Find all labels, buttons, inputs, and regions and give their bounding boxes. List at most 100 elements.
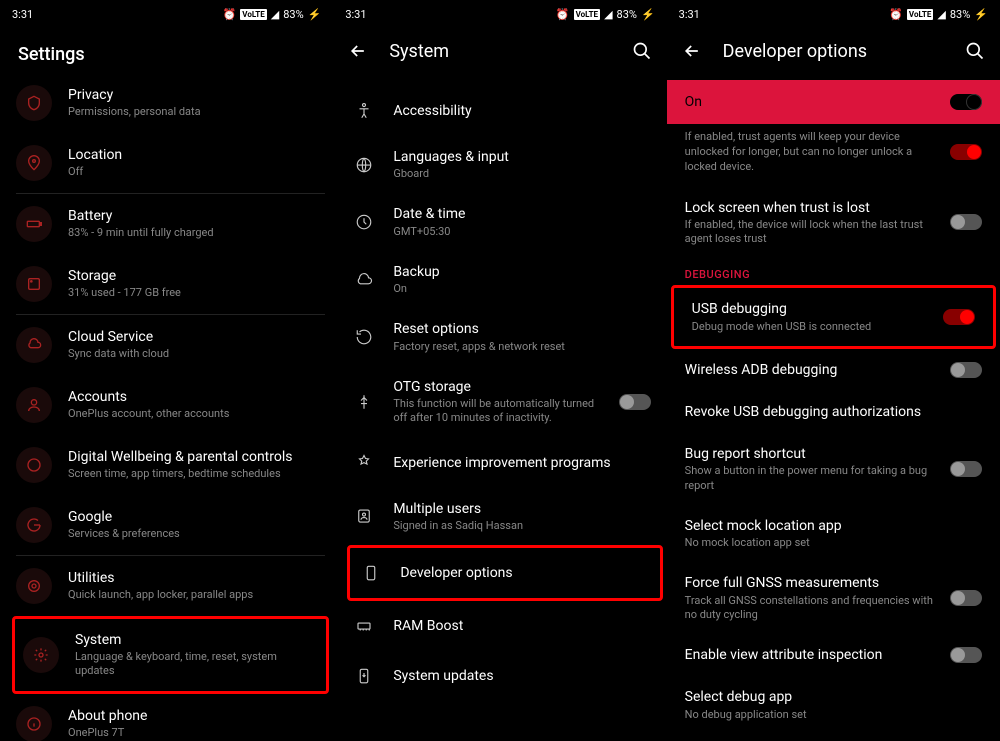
dev-gnss[interactable]: Force full GNSS measurements Track all G…: [667, 562, 1000, 634]
settings-screen: 3:31 ⏰ VoLTE ◢ 83% ⚡ Settings Privacy Pe…: [0, 0, 333, 741]
charge-icon: ⚡: [308, 8, 322, 21]
utilities-icon: [16, 568, 52, 604]
system-reset[interactable]: Reset options Factory reset, apps & netw…: [343, 308, 666, 365]
setting-subtitle: Services & preferences: [68, 527, 317, 541]
dev-view-attribute[interactable]: Enable view attribute inspection: [667, 634, 1000, 676]
status-right: ⏰ VoLTE ◢ 83% ⚡: [889, 8, 988, 21]
setting-title: Storage: [68, 267, 317, 285]
search-icon[interactable]: [631, 40, 653, 62]
status-bar: 3:31 ⏰ VoLTE ◢ 83% ⚡: [667, 0, 1000, 28]
dev-title: Select debug app: [685, 688, 982, 706]
dev-title: Revoke USB debugging authorizations: [685, 403, 982, 421]
status-time: 3:31: [679, 8, 700, 21]
setting-battery[interactable]: Battery 83% - 9 min until fully charged: [8, 194, 333, 254]
dev-lock-toggle[interactable]: [950, 214, 982, 230]
system-datetime[interactable]: Date & time GMT+05:30: [343, 193, 666, 250]
dev-revoke-usb[interactable]: Revoke USB debugging authorizations: [667, 391, 1000, 433]
setting-subtitle: Off: [68, 165, 317, 179]
setting-title: About phone: [68, 707, 317, 725]
dev-lock-screen-trust[interactable]: Lock screen when trust is lost If enable…: [667, 187, 1000, 259]
app-bar-title: System: [389, 41, 610, 62]
dev-wireless-adb[interactable]: Wireless ADB debugging: [667, 349, 1000, 391]
system-experience[interactable]: Experience improvement programs: [343, 438, 666, 488]
bug-report-toggle[interactable]: [950, 461, 982, 477]
info-icon: [16, 706, 52, 741]
alarm-icon: ⏰: [556, 8, 570, 21]
otg-toggle[interactable]: [619, 394, 651, 410]
setting-storage[interactable]: Storage 31% used - 177 GB free: [8, 254, 333, 314]
setting-title: OTG storage: [393, 378, 602, 396]
globe-icon: [351, 152, 377, 178]
setting-privacy[interactable]: Privacy Permissions, personal data: [8, 73, 333, 133]
system-languages[interactable]: Languages & input Gboard: [343, 136, 666, 193]
setting-accounts[interactable]: Accounts OnePlus account, other accounts: [8, 375, 333, 435]
setting-subtitle: Gboard: [393, 167, 650, 181]
signal-icon: ◢: [604, 8, 612, 21]
dev-trust-toggle[interactable]: [950, 144, 982, 160]
update-icon: [351, 663, 377, 689]
search-icon[interactable]: [964, 40, 986, 62]
dev-title: USB debugging: [692, 300, 931, 318]
gnss-toggle[interactable]: [950, 590, 982, 606]
app-bar: System: [333, 28, 666, 74]
wellbeing-icon: [16, 447, 52, 483]
setting-system[interactable]: System Language & keyboard, time, reset,…: [12, 616, 329, 694]
system-users[interactable]: Multiple users Signed in as Sadiq Hassan: [343, 488, 666, 545]
dev-subtitle: No debug application set: [685, 708, 982, 722]
view-attr-toggle[interactable]: [950, 647, 982, 663]
developer-options-screen: 3:31 ⏰ VoLTE ◢ 83% ⚡ Developer options O…: [667, 0, 1000, 741]
storage-icon: [16, 266, 52, 302]
setting-subtitle: 31% used - 177 GB free: [68, 286, 317, 300]
google-icon: [16, 507, 52, 543]
badge-icon: [351, 450, 377, 476]
setting-wellbeing[interactable]: Digital Wellbeing & parental controls Sc…: [8, 435, 333, 495]
setting-about[interactable]: About phone OnePlus 7T: [8, 694, 333, 741]
dev-bug-report[interactable]: Bug report shortcut Show a button in the…: [667, 433, 1000, 505]
setting-cloud[interactable]: Cloud Service Sync data with cloud: [8, 315, 333, 375]
system-backup[interactable]: Backup On: [343, 251, 666, 308]
usb-debugging-toggle[interactable]: [943, 309, 975, 325]
dev-subtitle: If enabled, the device will lock when th…: [685, 218, 938, 247]
dev-subtitle: Track all GNSS constellations and freque…: [685, 594, 938, 623]
setting-title: Backup: [393, 263, 650, 281]
charge-icon: ⚡: [641, 8, 655, 21]
dev-subtitle: Debug mode when USB is connected: [692, 320, 931, 334]
reset-icon: [351, 324, 377, 350]
battery-percent: 83%: [617, 8, 637, 21]
dev-select-debug-app[interactable]: Select debug app No debug application se…: [667, 676, 1000, 733]
system-updates[interactable]: System updates: [343, 651, 666, 701]
usb-icon: [351, 389, 377, 415]
setting-subtitle: Factory reset, apps & network reset: [393, 340, 650, 354]
location-icon: [16, 145, 52, 181]
setting-google[interactable]: Google Services & preferences: [8, 495, 333, 555]
dev-on-banner[interactable]: On: [667, 80, 1000, 124]
system-otg[interactable]: OTG storage This function will be automa…: [343, 366, 666, 438]
back-button[interactable]: [347, 40, 369, 62]
signal-icon: ◢: [937, 8, 945, 21]
back-button[interactable]: [681, 40, 703, 62]
system-ram-boost[interactable]: RAM Boost: [343, 601, 666, 651]
system-screen: 3:31 ⏰ VoLTE ◢ 83% ⚡ System Accessibilit…: [333, 0, 666, 741]
accounts-icon: [16, 387, 52, 423]
dev-subtitle: Show a button in the power menu for taki…: [685, 464, 938, 493]
dev-subtitle: No mock location app set: [685, 536, 982, 550]
dev-mock-location[interactable]: Select mock location app No mock locatio…: [667, 505, 1000, 562]
dev-usb-debugging[interactable]: USB debugging Debug mode when USB is con…: [671, 285, 996, 348]
setting-utilities[interactable]: Utilities Quick launch, app locker, para…: [8, 556, 333, 616]
wireless-adb-toggle[interactable]: [950, 362, 982, 378]
clock-icon: [351, 209, 377, 235]
setting-title: Accessibility: [393, 102, 650, 120]
dev-partial-subtitle: If enabled, trust agents will keep your …: [685, 130, 938, 175]
dev-master-toggle[interactable]: [950, 94, 982, 110]
section-debugging: DEBUGGING: [667, 258, 1000, 285]
page-title: Settings: [0, 28, 333, 73]
system-accessibility[interactable]: Accessibility: [343, 86, 666, 136]
setting-title: Privacy: [68, 86, 317, 104]
cloud-icon: [351, 267, 377, 293]
setting-title: Accounts: [68, 388, 317, 406]
volte-badge: VoLTE: [574, 9, 600, 20]
system-developer-options[interactable]: Developer options: [347, 545, 662, 601]
dev-title: Enable view attribute inspection: [685, 646, 938, 664]
setting-location[interactable]: Location Off: [8, 133, 333, 193]
setting-title: Multiple users: [393, 500, 650, 518]
